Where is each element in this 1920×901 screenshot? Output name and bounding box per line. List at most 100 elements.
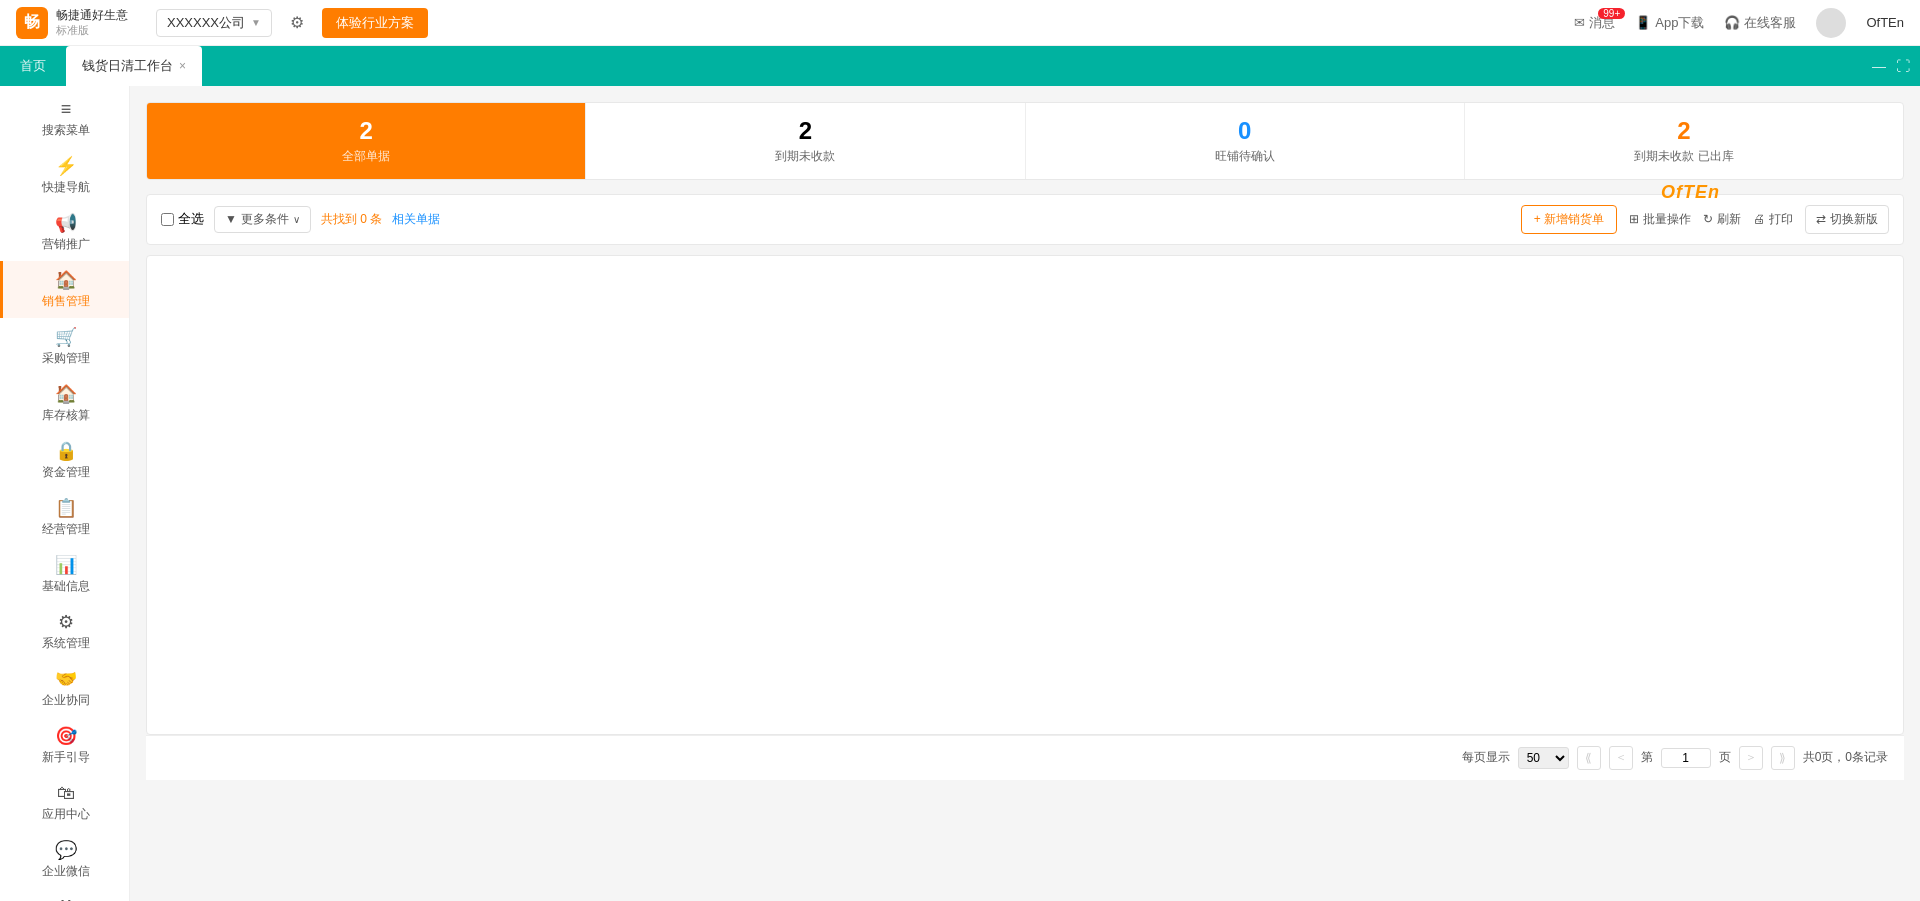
pagination: 每页显示 50 100 200 ⟪ ＜ 第 页 ＞ ⟫ 共0页，0条记录 (146, 735, 1904, 780)
sidebar-item-app-center[interactable]: 🛍 应用中心 (0, 774, 129, 831)
purchase-icon: 🛒 (55, 328, 77, 346)
app-download-item[interactable]: 📱 App下载 (1635, 14, 1704, 32)
sidebar-item-system[interactable]: ⚙ 系统管理 (0, 603, 129, 660)
messages-badge: 99+ (1598, 8, 1625, 19)
main-layout: ≡ 搜索菜单 ⚡ 快捷导航 📢 营销推广 🏠 销售管理 🛒 采购管理 🏠 库存核… (0, 86, 1920, 901)
sidebar-item-inventory[interactable]: 🏠 库存核算 (0, 375, 129, 432)
page-input[interactable] (1661, 748, 1711, 768)
nav-tabs: 首页 钱货日清工作台 × — ⛶ (0, 46, 1920, 86)
headset-icon: 🎧 (1724, 15, 1740, 30)
avatar[interactable] (1816, 8, 1846, 38)
sidebar-item-operations[interactable]: 📋 经营管理 (0, 489, 129, 546)
stat-num-overdue-out: 2 (1485, 117, 1883, 146)
stat-label-overdue: 到期未收款 (606, 148, 1004, 165)
wechat-icon: 💬 (55, 841, 77, 859)
message-icon: ✉ (1574, 15, 1585, 30)
stat-card-overdue[interactable]: 2 到期未收款 (586, 103, 1025, 179)
switch-version-button[interactable]: ⇄ 切换新版 (1805, 205, 1889, 234)
sales-icon: 🏠 (55, 271, 77, 289)
add-order-button[interactable]: + 新增销货单 (1521, 205, 1617, 234)
header-right: ✉ 消息 99+ 📱 App下载 🎧 在线客服 OfTEn (1574, 8, 1904, 38)
batch-icon: ⊞ (1629, 212, 1639, 226)
quick-nav-icon: ⚡ (55, 157, 77, 175)
found-text: 共找到 0 条 (321, 211, 382, 228)
print-button[interactable]: 🖨 打印 (1753, 211, 1793, 228)
logo-area: 畅 畅捷通好生意 标准版 (16, 7, 146, 39)
pagination-summary: 共0页，0条记录 (1803, 749, 1888, 766)
stat-card-overdue-out[interactable]: 2 到期未收款 已出库 (1465, 103, 1903, 179)
stat-label-pending: 旺铺待确认 (1046, 148, 1444, 165)
inventory-icon: 🏠 (55, 385, 77, 403)
first-page-button[interactable]: ⟪ (1577, 746, 1601, 770)
page-label-end: 页 (1719, 749, 1731, 766)
found-count: 0 (360, 212, 367, 226)
stat-num-pending: 0 (1046, 117, 1444, 146)
batch-action-button[interactable]: ⊞ 批量操作 (1629, 211, 1691, 228)
sidebar-item-sales[interactable]: 🏠 销售管理 (0, 261, 129, 318)
select-all-label[interactable]: 全选 (161, 210, 204, 228)
app-center-icon: 🛍 (57, 784, 75, 802)
select-all-checkbox[interactable] (161, 213, 174, 226)
chevron-down-icon-filter: ∨ (293, 214, 300, 225)
marketing-icon: 📢 (55, 214, 77, 232)
sidebar-item-quick-nav[interactable]: ⚡ 快捷导航 (0, 147, 129, 204)
toolbar-left: 全选 ▼ 更多条件 ∨ 共找到 0 条 相关单据 (161, 206, 440, 233)
logo-icon: 畅 (16, 7, 48, 39)
content-area: 2 全部单据 2 到期未收款 0 旺铺待确认 2 到期未收款 已出库 全选 (130, 86, 1920, 901)
stat-num-overdue: 2 (606, 117, 1004, 146)
stats-row: 2 全部单据 2 到期未收款 0 旺铺待确认 2 到期未收款 已出库 (146, 102, 1904, 180)
top-header: 畅 畅捷通好生意 标准版 XXXXXX公司 ▼ ⚙ 体验行业方案 ✉ 消息 99… (0, 0, 1920, 46)
stat-card-all[interactable]: 2 全部单据 (147, 103, 586, 179)
download-icon: 📱 (1635, 15, 1651, 30)
company-selector[interactable]: XXXXXX公司 ▼ (156, 9, 272, 37)
nav-maximize-icon[interactable]: ⛶ (1896, 58, 1910, 74)
finance-icon: 🔒 (55, 442, 77, 460)
close-tab-icon[interactable]: × (179, 59, 186, 73)
user-name: OfTEn (1866, 15, 1904, 30)
sidebar: ≡ 搜索菜单 ⚡ 快捷导航 📢 营销推广 🏠 销售管理 🛒 采购管理 🏠 库存核… (0, 86, 130, 901)
sidebar-item-finance[interactable]: 🔒 资金管理 (0, 432, 129, 489)
page-label: 第 (1641, 749, 1653, 766)
per-page-select[interactable]: 50 100 200 (1518, 747, 1569, 769)
switch-icon: ⇄ (1816, 212, 1826, 226)
refresh-button[interactable]: ↻ 刷新 (1703, 211, 1741, 228)
sidebar-item-enterprise[interactable]: 🤝 企业协同 (0, 660, 129, 717)
last-page-button[interactable]: ⟫ (1771, 746, 1795, 770)
print-icon: 🖨 (1753, 212, 1765, 226)
filter-icon: ▼ (225, 212, 237, 226)
chevron-down-icon: ▼ (251, 17, 261, 28)
sidebar-item-wechat[interactable]: 💬 企业微信 (0, 831, 129, 888)
sidebar-item-purchase[interactable]: 🛒 采购管理 (0, 318, 129, 375)
tab-work-bench[interactable]: 钱货日清工作台 × (66, 46, 202, 86)
refresh-icon: ↻ (1703, 212, 1713, 226)
trial-button[interactable]: 体验行业方案 (322, 8, 428, 38)
nav-right-controls: — ⛶ (1872, 58, 1920, 74)
filter-button[interactable]: ▼ 更多条件 ∨ (214, 206, 311, 233)
enterprise-icon: 🤝 (55, 670, 77, 688)
tab-home[interactable]: 首页 (0, 46, 66, 86)
next-page-button[interactable]: ＞ (1739, 746, 1763, 770)
sidebar-item-base-info[interactable]: 📊 基础信息 (0, 546, 129, 603)
table-area (146, 255, 1904, 735)
settings-icon[interactable]: ⚙ (282, 8, 312, 38)
nav-minimize-icon[interactable]: — (1872, 58, 1886, 74)
operations-icon: 📋 (55, 499, 77, 517)
search-menu-icon: ≡ (61, 100, 72, 118)
toolbar: 全选 ▼ 更多条件 ∨ 共找到 0 条 相关单据 + 新增销货单 ⊞ 批 (146, 194, 1904, 245)
related-orders-link[interactable]: 相关单据 (392, 211, 440, 228)
stat-num-all: 2 (167, 117, 565, 146)
system-icon: ⚙ (58, 613, 74, 631)
stat-label-all: 全部单据 (167, 148, 565, 165)
prev-page-button[interactable]: ＜ (1609, 746, 1633, 770)
logo-text: 畅捷通好生意 标准版 (56, 8, 128, 38)
guide-icon: 🎯 (55, 727, 77, 745)
sidebar-item-member[interactable]: V 畅会员 (0, 888, 129, 901)
sidebar-item-marketing[interactable]: 📢 营销推广 (0, 204, 129, 261)
online-service-item[interactable]: 🎧 在线客服 (1724, 14, 1796, 32)
sidebar-item-guide[interactable]: 🎯 新手引导 (0, 717, 129, 774)
stat-card-pending[interactable]: 0 旺铺待确认 (1026, 103, 1465, 179)
sidebar-item-search-menu[interactable]: ≡ 搜索菜单 (0, 90, 129, 147)
messages-item[interactable]: ✉ 消息 99+ (1574, 14, 1615, 32)
base-info-icon: 📊 (55, 556, 77, 574)
toolbar-right: + 新增销货单 ⊞ 批量操作 ↻ 刷新 🖨 打印 ⇄ 切换新版 (1521, 205, 1889, 234)
